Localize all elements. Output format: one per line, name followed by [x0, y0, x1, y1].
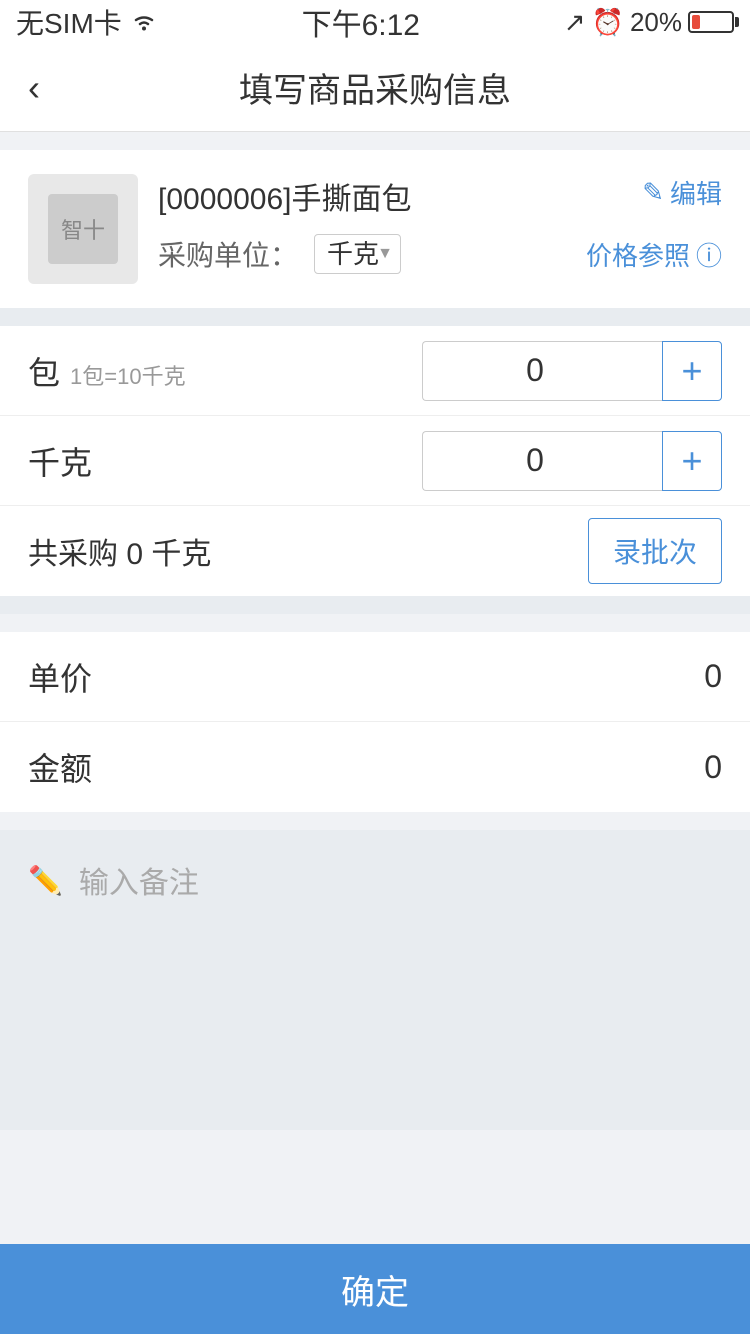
product-card: 智十 [0000006]手撕面包 采购单位： 千克 包 价格参照 ⓘ ✎ 编辑 [0, 150, 750, 308]
bao-label-text: 包 [28, 348, 60, 394]
location-icon: ↗ [564, 7, 586, 38]
total-text: 共采购 0 千克 [28, 529, 211, 573]
divider-band-2 [0, 596, 750, 614]
confirm-button[interactable]: 确定 [0, 1244, 750, 1334]
battery-icon [688, 11, 734, 33]
product-thumb-logo: 智十 [48, 194, 118, 264]
back-button[interactable]: ‹ [28, 67, 40, 109]
info-section: 单价 0 金额 0 [0, 632, 750, 812]
bao-label: 包 1包=10千克 [28, 348, 188, 394]
price-ref-button[interactable]: 价格参照 ⓘ [586, 236, 722, 273]
nav-bar: ‹ 填写商品采购信息 [0, 44, 750, 132]
page-title: 填写商品采购信息 [239, 63, 511, 112]
status-left: 无SIM卡 [16, 2, 158, 42]
amount-label: 金额 [28, 744, 92, 790]
bao-sub-text: 1包=10千克 [70, 359, 186, 391]
batch-button-label: 录批次 [613, 537, 697, 568]
kg-input-right: + [188, 431, 722, 491]
input-section: 包 1包=10千克 + 千克 + [0, 326, 750, 506]
edit-label: 编辑 [670, 174, 722, 211]
unit-price-row: 单价 0 [0, 632, 750, 722]
bao-input-row: 包 1包=10千克 + [0, 326, 750, 416]
total-unit: 千克 [151, 538, 211, 571]
unit-price-label: 单价 [28, 654, 92, 700]
wifi-icon [130, 12, 158, 32]
thumb-text: 智十 [61, 213, 105, 245]
kg-qty-input[interactable] [422, 431, 662, 491]
unit-select[interactable]: 千克 包 [314, 234, 401, 274]
bao-qty-input[interactable] [422, 341, 662, 401]
unit-label: 采购单位： [158, 234, 298, 274]
status-bar: 无SIM卡 下午6:12 ↗ ⏰ 20% [0, 0, 750, 44]
alarm-icon: ⏰ [592, 7, 624, 38]
kg-input-row: 千克 + [0, 416, 750, 506]
kg-label-text: 千克 [28, 438, 92, 484]
remark-placeholder: 输入备注 [79, 858, 199, 902]
status-time: 下午6:12 [302, 0, 420, 44]
product-thumbnail: 智十 [28, 174, 138, 284]
bao-plus-button[interactable]: + [662, 341, 722, 401]
kg-label: 千克 [28, 438, 188, 484]
help-icon: ⓘ [696, 236, 722, 273]
divider-band-1 [0, 308, 750, 326]
total-label: 共采购 [28, 538, 118, 571]
unit-select-wrapper[interactable]: 千克 包 [314, 234, 401, 274]
edit-icon: ✎ [642, 177, 664, 208]
amount-value: 0 [704, 749, 722, 786]
product-unit-row: 采购单位： 千克 包 [158, 234, 401, 274]
edit-button[interactable]: ✎ 编辑 [642, 174, 722, 211]
kg-plus-button[interactable]: + [662, 431, 722, 491]
price-ref-label: 价格参照 [586, 236, 690, 273]
batch-button[interactable]: 录批次 [588, 518, 722, 584]
status-right: ↗ ⏰ 20% [564, 7, 734, 38]
carrier-label: 无SIM卡 [16, 2, 122, 42]
amount-row: 金额 0 [0, 722, 750, 812]
total-row: 共采购 0 千克 录批次 [0, 506, 750, 596]
total-value: 0 [126, 538, 143, 571]
battery-percent: 20% [630, 7, 682, 38]
remark-section[interactable]: ✏️ 输入备注 [0, 830, 750, 930]
product-info: [0000006]手撕面包 采购单位： 千克 包 价格参照 ⓘ [158, 174, 722, 274]
bao-input-right: + [188, 341, 722, 401]
bottom-spacer [0, 930, 750, 1130]
product-name: [0000006]手撕面包 [158, 174, 722, 218]
pencil-icon: ✏️ [28, 864, 63, 897]
confirm-button-label: 确定 [341, 1265, 409, 1314]
unit-price-value: 0 [704, 658, 722, 695]
